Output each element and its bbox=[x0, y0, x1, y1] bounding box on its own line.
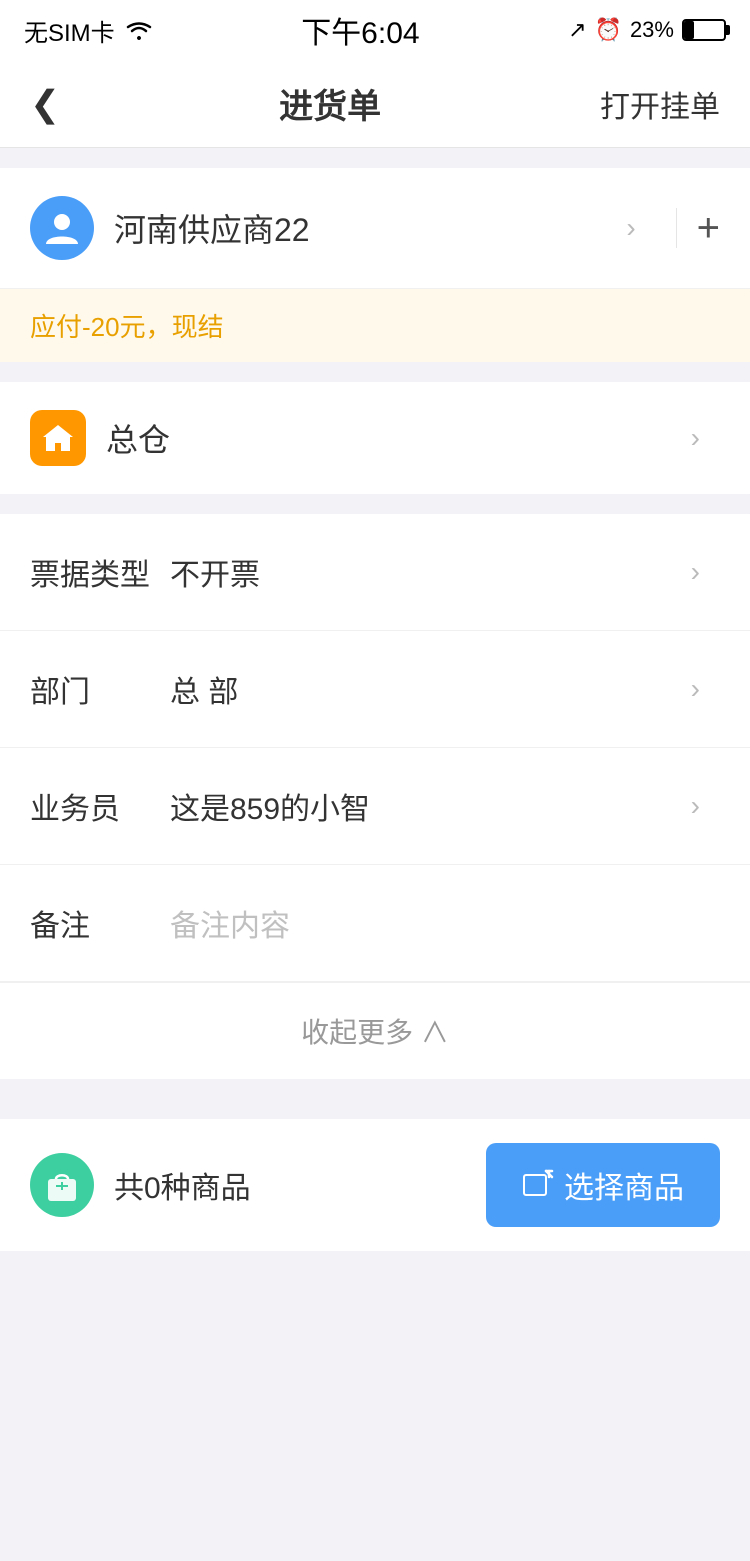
notice-text: 应付-20元，现结 bbox=[30, 312, 224, 342]
battery-icon bbox=[682, 19, 726, 41]
alarm-icon: ⏰ bbox=[595, 17, 622, 43]
supplier-row[interactable]: 河南供应商22 › + bbox=[0, 168, 750, 289]
carrier-label: 无SIM卡 bbox=[24, 13, 115, 48]
remark-row[interactable]: 备注 备注内容 bbox=[0, 865, 750, 982]
status-time: 下午6:04 bbox=[301, 8, 419, 52]
battery-percent: 23% bbox=[630, 17, 674, 43]
department-value: 总 部 bbox=[170, 667, 691, 711]
location-icon: ↗ bbox=[568, 17, 586, 43]
page-background bbox=[0, 1251, 750, 1561]
warehouse-chevron-icon: › bbox=[691, 422, 700, 454]
section-gap-1 bbox=[0, 148, 750, 168]
warehouse-card: 总仓 › bbox=[0, 382, 750, 494]
department-chevron-icon: › bbox=[691, 673, 700, 705]
department-row[interactable]: 部门 总 部 › bbox=[0, 631, 750, 748]
wifi-icon bbox=[125, 19, 153, 41]
section-gap-2 bbox=[0, 362, 750, 382]
salesperson-row[interactable]: 业务员 这是859的小智 › bbox=[0, 748, 750, 865]
status-bar: 无SIM卡 下午6:04 ↗ ⏰ 23% bbox=[0, 0, 750, 60]
open-pending-button[interactable]: 打开挂单 bbox=[600, 82, 720, 126]
product-count: 共0种商品 bbox=[114, 1163, 486, 1207]
select-product-label: 选择商品 bbox=[564, 1163, 684, 1207]
supplier-name: 河南供应商22 bbox=[114, 205, 626, 251]
salesperson-chevron-icon: › bbox=[691, 790, 700, 822]
invoice-type-value: 不开票 bbox=[170, 550, 691, 594]
status-left: 无SIM卡 bbox=[24, 13, 153, 48]
warehouse-name: 总仓 bbox=[106, 415, 691, 461]
department-label: 部门 bbox=[30, 667, 170, 711]
collapse-label: 收起更多 ∧ bbox=[301, 1017, 449, 1048]
section-gap-3 bbox=[0, 1079, 750, 1099]
add-supplier-button[interactable]: + bbox=[697, 206, 720, 251]
remark-label: 备注 bbox=[30, 901, 170, 945]
person-icon bbox=[42, 208, 82, 248]
page-title: 进货单 bbox=[279, 79, 381, 128]
nav-bar: ❮ 进货单 打开挂单 bbox=[0, 60, 750, 148]
shopping-bag-icon bbox=[43, 1166, 81, 1204]
select-product-icon bbox=[522, 1169, 554, 1201]
notice-bar: 应付-20元，现结 bbox=[0, 289, 750, 362]
product-bar: 共0种商品 选择商品 bbox=[0, 1119, 750, 1251]
supplier-avatar bbox=[30, 196, 94, 260]
home-icon bbox=[41, 421, 75, 455]
status-right: ↗ ⏰ 23% bbox=[568, 17, 726, 43]
back-button[interactable]: ❮ bbox=[30, 83, 60, 125]
remark-placeholder: 备注内容 bbox=[170, 901, 720, 945]
supplier-card: 河南供应商22 › + 应付-20元，现结 bbox=[0, 168, 750, 362]
collapse-button[interactable]: 收起更多 ∧ bbox=[0, 982, 750, 1079]
salesperson-label: 业务员 bbox=[30, 784, 170, 828]
supplier-chevron-icon: › bbox=[626, 212, 635, 244]
vertical-divider bbox=[676, 208, 677, 248]
warehouse-icon bbox=[30, 410, 86, 466]
warehouse-row[interactable]: 总仓 › bbox=[0, 382, 750, 494]
select-product-button[interactable]: 选择商品 bbox=[486, 1143, 720, 1227]
invoice-type-label: 票据类型 bbox=[30, 550, 170, 594]
form-section: 票据类型 不开票 › 部门 总 部 › 业务员 这是859的小智 › 备注 备注… bbox=[0, 514, 750, 1079]
invoice-type-row[interactable]: 票据类型 不开票 › bbox=[0, 514, 750, 631]
salesperson-value: 这是859的小智 bbox=[170, 784, 691, 828]
product-icon bbox=[30, 1153, 94, 1217]
invoice-type-chevron-icon: › bbox=[691, 556, 700, 588]
